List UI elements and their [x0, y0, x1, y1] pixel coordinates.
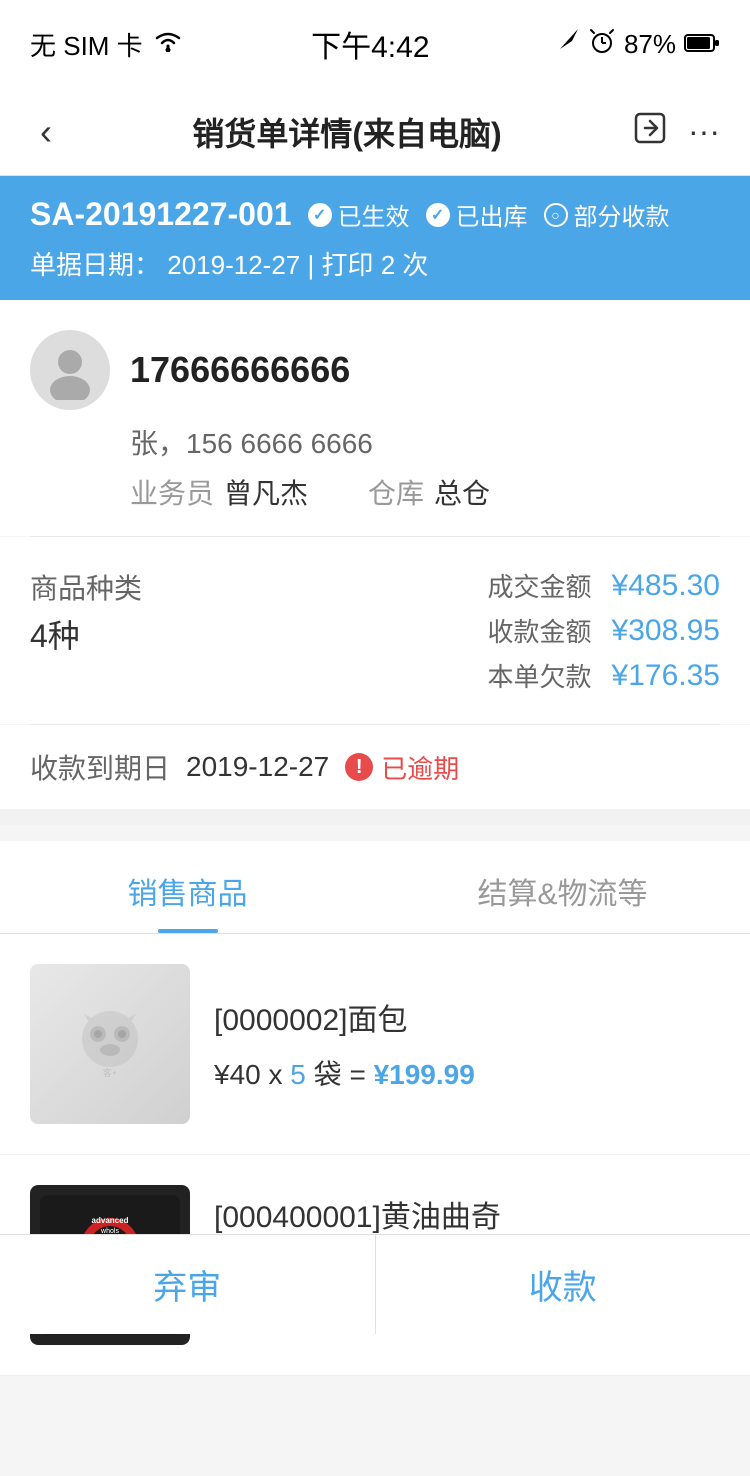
bottom-bar: 弃审 收款	[0, 1234, 750, 1334]
nav-bar: ‹ 销货单详情(来自电脑) ···	[0, 88, 750, 176]
summary-section: 商品种类 4种 成交金额 ¥485.30 收款金额 ¥308.95 本单欠款 ¥…	[0, 537, 750, 724]
tab-settlement[interactable]: 结算&物流等	[375, 841, 750, 933]
customer-meta: 业务员 曾凡杰 仓库 总仓	[30, 472, 720, 512]
status-shipped-label: 已出库	[456, 197, 528, 232]
header-date-row: 单据日期： 2019-12-27 | 打印 2 次	[30, 245, 720, 282]
back-button[interactable]: ‹	[30, 101, 62, 163]
svg-text:advanced: advanced	[92, 1216, 129, 1225]
product-qty-1: 5	[290, 1059, 306, 1090]
order-number: SA-20191227-001	[30, 196, 292, 233]
warehouse-value: 总仓	[434, 472, 490, 512]
payment-due-label: 收款到期日	[30, 747, 170, 787]
deal-amount-label: 成交金额	[488, 567, 592, 604]
doc-date: 2019-12-27	[167, 250, 300, 280]
tab-products-label: 销售商品	[128, 878, 248, 911]
product-unit-1: 袋	[314, 1059, 342, 1090]
customer-section: 17666666666 张，156 6666 6666 业务员 曾凡杰 仓库 总…	[0, 300, 750, 536]
share-icon[interactable]	[632, 110, 668, 154]
product-type-value: 4种	[30, 611, 142, 657]
battery-icon	[684, 29, 720, 60]
status-partial-label: 部分收款	[574, 197, 670, 232]
summary-right: 成交金额 ¥485.30 收款金额 ¥308.95 本单欠款 ¥176.35	[488, 567, 720, 694]
owing-amount-row: 本单欠款 ¥176.35	[488, 657, 720, 694]
clock-icon: ○	[544, 203, 568, 227]
battery-percent: 87%	[624, 29, 676, 60]
wifi-icon	[153, 30, 183, 59]
doc-date-label: 单据日期：	[30, 250, 160, 280]
table-row: 客+ [0000002]面包 ¥40 x 5 袋 = ¥199.99	[0, 934, 750, 1155]
alarm-icon	[588, 27, 616, 62]
more-icon[interactable]: ···	[688, 113, 720, 150]
sales-rep-item: 业务员 曾凡杰	[130, 472, 308, 512]
section-divider-1	[0, 809, 750, 825]
product-eq-1: =	[349, 1059, 373, 1090]
confirm-label: 收款	[529, 1260, 597, 1309]
sales-rep-label: 业务员	[130, 472, 214, 512]
customer-row: 17666666666	[30, 330, 720, 410]
owing-amount-value: ¥176.35	[612, 659, 720, 693]
warehouse-item: 仓库 总仓	[368, 472, 490, 512]
product-name-1: [0000002]面包	[214, 995, 720, 1039]
status-partial: ○ 部分收款	[544, 197, 670, 232]
summary-left: 商品种类 4种	[30, 567, 142, 657]
owing-amount-label: 本单欠款	[488, 657, 592, 694]
deal-amount-value: ¥485.30	[612, 569, 720, 603]
header-band: SA-20191227-001 ✓ 已生效 ✓ 已出库 ○ 部分收款 单据日期：…	[0, 176, 750, 300]
product-info-1: [0000002]面包 ¥40 x 5 袋 = ¥199.99	[214, 964, 720, 1124]
tab-products[interactable]: 销售商品	[0, 841, 375, 933]
status-shipped: ✓ 已出库	[426, 197, 528, 232]
check-icon-2: ✓	[426, 203, 450, 227]
payment-due-section: 收款到期日 2019-12-27 ! 已逾期	[0, 725, 750, 809]
cancel-label: 弃审	[153, 1260, 221, 1309]
received-amount-row: 收款金额 ¥308.95	[488, 612, 720, 649]
status-effective: ✓ 已生效	[308, 197, 410, 232]
cancel-button[interactable]: 弃审	[0, 1235, 376, 1334]
product-price-x-1: x	[269, 1059, 291, 1090]
product-logo-1: 客+	[60, 1004, 160, 1084]
payment-due-date: 2019-12-27	[186, 751, 329, 783]
warehouse-label: 仓库	[368, 472, 424, 512]
received-amount-label: 收款金额	[488, 612, 592, 649]
print-info: 打印 2 次	[321, 250, 428, 280]
product-total-1: ¥199.99	[374, 1059, 475, 1090]
customer-avatar	[30, 330, 110, 410]
page-title: 销货单详情(来自电脑)	[192, 109, 501, 155]
status-right: 87%	[558, 27, 720, 62]
overdue-badge: ! 已逾期	[345, 749, 459, 786]
tab-settlement-label: 结算&物流等	[477, 878, 647, 911]
status-effective-label: 已生效	[338, 197, 410, 232]
location-icon	[558, 27, 580, 62]
product-price-1: ¥40	[214, 1059, 261, 1090]
status-left: 无 SIM 卡	[30, 26, 183, 63]
overdue-icon: !	[345, 753, 373, 781]
product-name-2: [000400001]黄油曲奇	[214, 1192, 720, 1236]
carrier-text: 无 SIM 卡	[30, 26, 143, 63]
check-icon-1: ✓	[308, 203, 332, 227]
sales-rep-value: 曾凡杰	[224, 472, 308, 512]
bottom-spacer	[0, 1376, 750, 1476]
customer-contact: 张，156 6666 6666	[30, 422, 720, 462]
print-separator: |	[307, 250, 321, 280]
product-image-placeholder-1: 客+	[30, 964, 190, 1124]
customer-phone: 17666666666	[130, 349, 350, 391]
order-row: SA-20191227-001 ✓ 已生效 ✓ 已出库 ○ 部分收款	[30, 196, 720, 233]
status-bar: 无 SIM 卡 下午4:42 87%	[0, 0, 750, 88]
product-price-row-1: ¥40 x 5 袋 = ¥199.99	[214, 1053, 720, 1093]
product-type-label: 商品种类	[30, 567, 142, 607]
confirm-button[interactable]: 收款	[376, 1235, 750, 1334]
status-time: 下午4:42	[311, 22, 429, 66]
overdue-text: 已逾期	[381, 749, 459, 786]
nav-actions: ···	[632, 110, 720, 154]
deal-amount-row: 成交金额 ¥485.30	[488, 567, 720, 604]
tabs-container: 销售商品 结算&物流等	[0, 841, 750, 934]
svg-text:客+: 客+	[103, 1067, 117, 1078]
product-image-1: 客+	[30, 964, 190, 1124]
received-amount-value: ¥308.95	[612, 614, 720, 648]
